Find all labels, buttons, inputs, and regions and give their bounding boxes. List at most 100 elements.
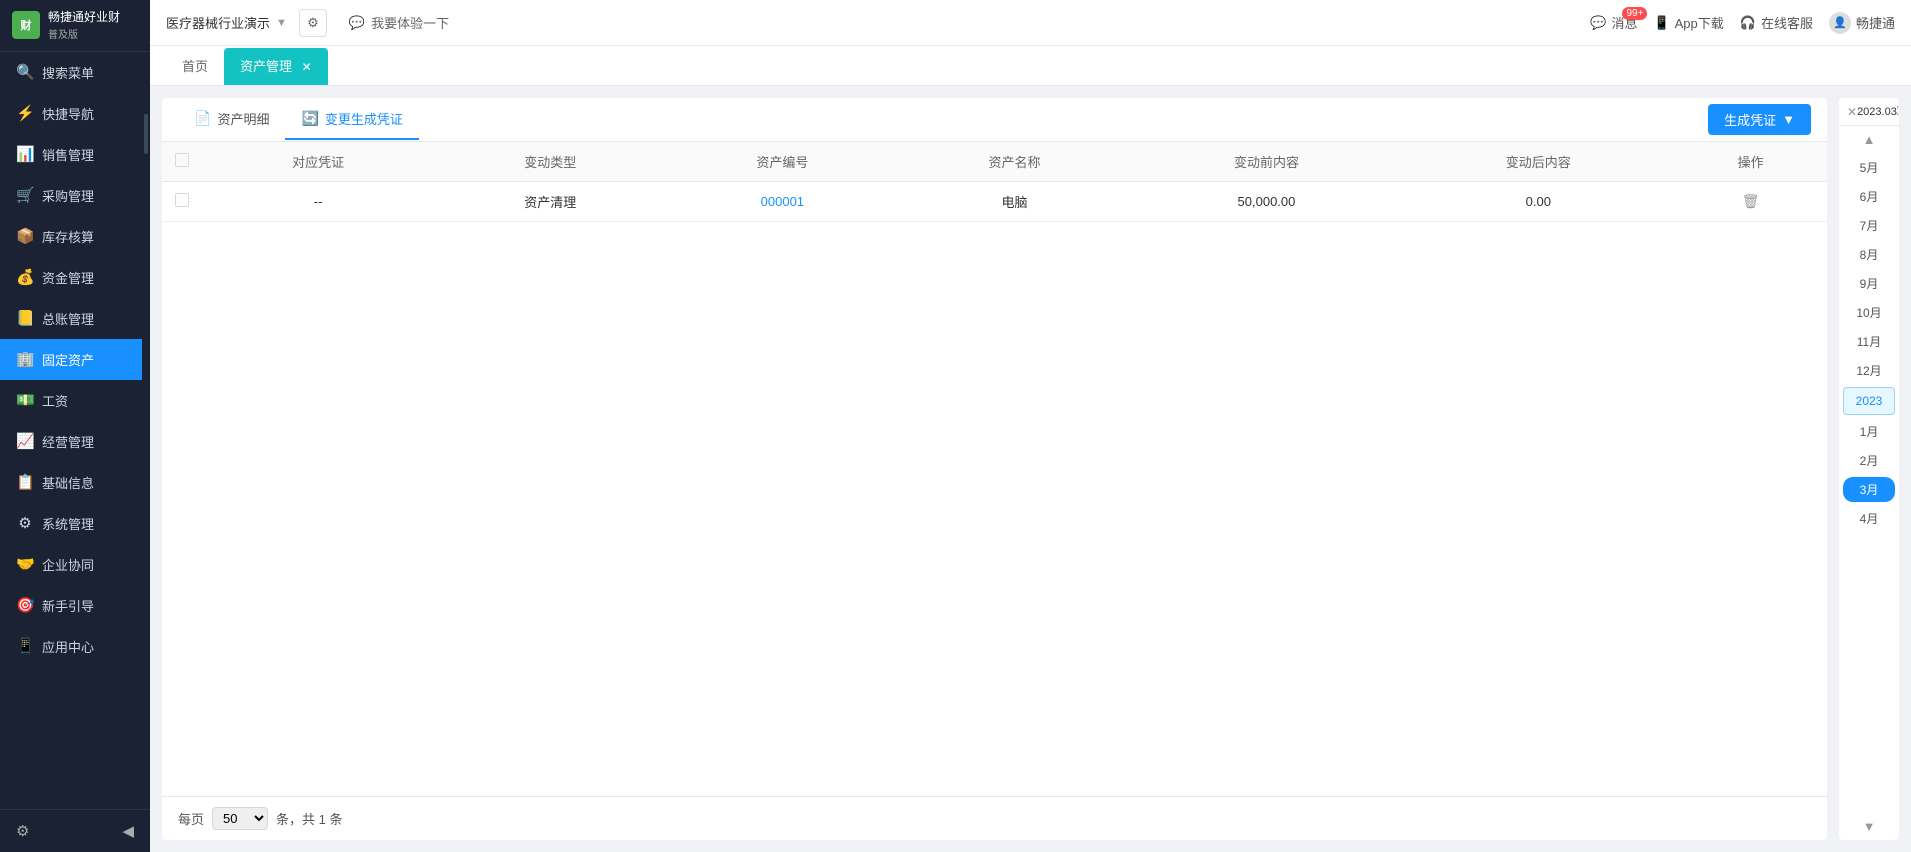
tab-asset-mgmt[interactable]: 资产管理 ✕ <box>224 48 328 85</box>
sidebar-icon-system: ⚙ <box>16 514 34 532</box>
sidebar-icon-basic-info: 📋 <box>16 473 34 491</box>
col-asset-name: 资产名称 <box>898 142 1130 182</box>
date-item[interactable]: 12月 <box>1839 356 1899 385</box>
subtab-asset-detail[interactable]: 📄 资产明细 <box>178 99 285 140</box>
subtab-asset-detail-label: 资产明细 <box>217 109 269 128</box>
sidebar-label-payroll: 工资 <box>42 391 68 410</box>
sidebar-icon-purchase: 🛒 <box>16 186 34 204</box>
customer-service-btn[interactable]: 🎧 在线客服 <box>1740 13 1813 32</box>
page-size-select[interactable]: 50 10 20 100 <box>212 807 268 830</box>
select-all-checkbox[interactable] <box>175 153 189 167</box>
sidebar-label-guide: 新手引导 <box>42 596 94 615</box>
total-label: 条，共 1 条 <box>276 809 342 828</box>
date-nav-down-btn[interactable]: ▼ <box>1839 813 1899 840</box>
table-row: -- 资产清理 000001 电脑 <box>162 182 1827 222</box>
tab-asset-mgmt-label: 资产管理 <box>240 59 292 74</box>
sidebar-icon-fixed-assets: 🏢 <box>16 350 34 368</box>
feedback-btn[interactable]: 💬 我要体验一下 <box>339 9 459 36</box>
scrollbar-thumb <box>144 114 148 154</box>
sidebar-label-ledger: 总账管理 <box>42 309 94 328</box>
date-item[interactable]: 1月 <box>1839 417 1899 446</box>
date-item[interactable]: 7月 <box>1839 211 1899 240</box>
row-change-type: 资产清理 <box>434 182 666 222</box>
sidebar-item-ledger[interactable]: 📒 总账管理 <box>0 298 142 339</box>
sidebar-item-search[interactable]: 🔍搜索菜单 <box>0 52 142 93</box>
company-selector[interactable]: 医疗器械行业演示 ▼ <box>166 13 287 32</box>
message-btn[interactable]: 💬 消息 99+ <box>1590 13 1637 32</box>
date-item[interactable]: 3月 <box>1843 477 1895 502</box>
company-name: 医疗器械行业演示 <box>166 13 270 32</box>
sidebar-item-app-center[interactable]: 📱应用中心 <box>0 626 142 667</box>
content-area: 📄 资产明细 🔄 变更生成凭证 生成凭证 ▼ <box>150 86 1911 852</box>
tab-home[interactable]: 首页 <box>166 48 224 85</box>
sidebar-item-quick-nav[interactable]: ⚡ 快捷导航 <box>0 93 142 134</box>
subtab-generate-voucher[interactable]: 🔄 变更生成凭证 <box>285 99 418 140</box>
date-item[interactable]: 10月 <box>1839 298 1899 327</box>
sidebar-item-basic-info[interactable]: 📋 基础信息 <box>0 462 142 503</box>
sidebar-label-quick-nav: 快捷导航 <box>42 104 94 123</box>
customer-service-label: 在线客服 <box>1761 13 1813 32</box>
sidebar-label-funds: 资金管理 <box>42 268 94 287</box>
tab-close-icon[interactable]: ✕ <box>302 60 312 74</box>
date-panel-close-btn[interactable]: ✕ <box>1847 105 1857 119</box>
sidebar-icon-ledger: 📒 <box>16 309 34 327</box>
date-item[interactable]: 6月 <box>1839 182 1899 211</box>
sidebar-item-fixed-assets[interactable]: 🏢固定资产 <box>0 339 142 380</box>
feedback-label: 我要体验一下 <box>371 13 449 32</box>
sidebar-icon-operations: 📈 <box>16 432 34 450</box>
user-label: 畅捷通 <box>1856 13 1895 32</box>
app-download-btn[interactable]: 📱 App下载 <box>1653 13 1723 32</box>
date-item[interactable]: 4月 <box>1839 504 1899 533</box>
delete-row-btn[interactable]: 🗑 <box>1742 193 1760 209</box>
app-download-icon: 📱 <box>1653 15 1669 31</box>
sidebar-item-funds[interactable]: 💰 资金管理 <box>0 257 142 298</box>
sidebar-icon-inventory: 📦 <box>16 227 34 245</box>
sidebar-item-payroll[interactable]: 💵工资 <box>0 380 142 421</box>
row-voucher: -- <box>202 182 434 222</box>
row-action: 🗑 <box>1674 182 1827 222</box>
sidebar-icon-funds: 💰 <box>16 268 34 286</box>
date-nav-up-btn[interactable]: ▲ <box>1839 126 1899 153</box>
table-header-row: 对应凭证 变动类型 资产编号 资产名称 <box>162 142 1827 182</box>
topbar-settings-btn[interactable]: ⚙ <box>299 9 327 37</box>
row-checkbox[interactable] <box>175 193 189 207</box>
feedback-icon: 💬 <box>349 15 365 31</box>
sidebar-bottom: ⚙ ◀ <box>0 809 150 852</box>
user-btn[interactable]: 👤 畅捷通 <box>1829 12 1895 34</box>
sidebar-label-purchase: 采购管理 <box>42 186 94 205</box>
sidebar-label-system: 系统管理 <box>42 514 94 533</box>
date-item[interactable]: 2023 <box>1843 387 1895 415</box>
date-item[interactable]: 2月 <box>1839 446 1899 475</box>
sidebar-item-operations[interactable]: 📈 经营管理 <box>0 421 142 462</box>
main-area: 医疗器械行业演示 ▼ ⚙ 💬 我要体验一下 💬 消息 99+ 📱 App下载 🎧… <box>150 0 1911 852</box>
app-logo: 财 畅捷通好业财 普及版 <box>0 0 150 52</box>
sidebar-item-system[interactable]: ⚙ 系统管理 <box>0 503 142 544</box>
date-item[interactable]: 11月 <box>1839 327 1899 356</box>
sidebar-label-operations: 经营管理 <box>42 432 94 451</box>
sidebar-item-inventory[interactable]: 📦 库存核算 <box>0 216 142 257</box>
col-before-change: 变动前内容 <box>1131 142 1403 182</box>
subtab-generate-voucher-label: 变更生成凭证 <box>325 109 403 128</box>
sidebar: 财 畅捷通好业财 普及版 🔍搜索菜单 ⚡ 快捷导航 📊销售管理 🛒 采购管理 📦 库存核算 💰 资… <box>0 0 150 852</box>
sidebar-icon-quick-nav: ⚡ <box>16 104 34 122</box>
sidebar-icon-collab: 🤝 <box>16 555 34 573</box>
gear-icon: ⚙ <box>307 15 319 31</box>
col-asset-code: 资产编号 <box>666 142 898 182</box>
row-after-change: 0.00 <box>1402 182 1674 222</box>
row-asset-code[interactable]: 000001 <box>666 182 898 222</box>
date-item[interactable]: 8月 <box>1839 240 1899 269</box>
sidebar-item-collab[interactable]: 🤝企业协同 <box>0 544 142 585</box>
sidebar-item-purchase[interactable]: 🛒 采购管理 <box>0 175 142 216</box>
sidebar-label-basic-info: 基础信息 <box>42 473 94 492</box>
sidebar-item-guide[interactable]: 🎯新手引导 <box>0 585 142 626</box>
settings-icon[interactable]: ⚙ <box>16 822 29 840</box>
date-panel-expand-btn[interactable]: ⛶ <box>1897 104 1899 119</box>
sidebar-label-search: 搜索菜单 <box>42 63 94 82</box>
sidebar-item-sales[interactable]: 📊销售管理 <box>0 134 142 175</box>
date-item[interactable]: 9月 <box>1839 269 1899 298</box>
generate-voucher-btn[interactable]: 生成凭证 ▼ <box>1708 104 1811 135</box>
topbar-right: 💬 消息 99+ 📱 App下载 🎧 在线客服 👤 畅捷通 <box>1590 12 1895 34</box>
collapse-icon[interactable]: ◀ <box>122 822 134 840</box>
sidebar-label-inventory: 库存核算 <box>42 227 94 246</box>
date-item[interactable]: 5月 <box>1839 153 1899 182</box>
